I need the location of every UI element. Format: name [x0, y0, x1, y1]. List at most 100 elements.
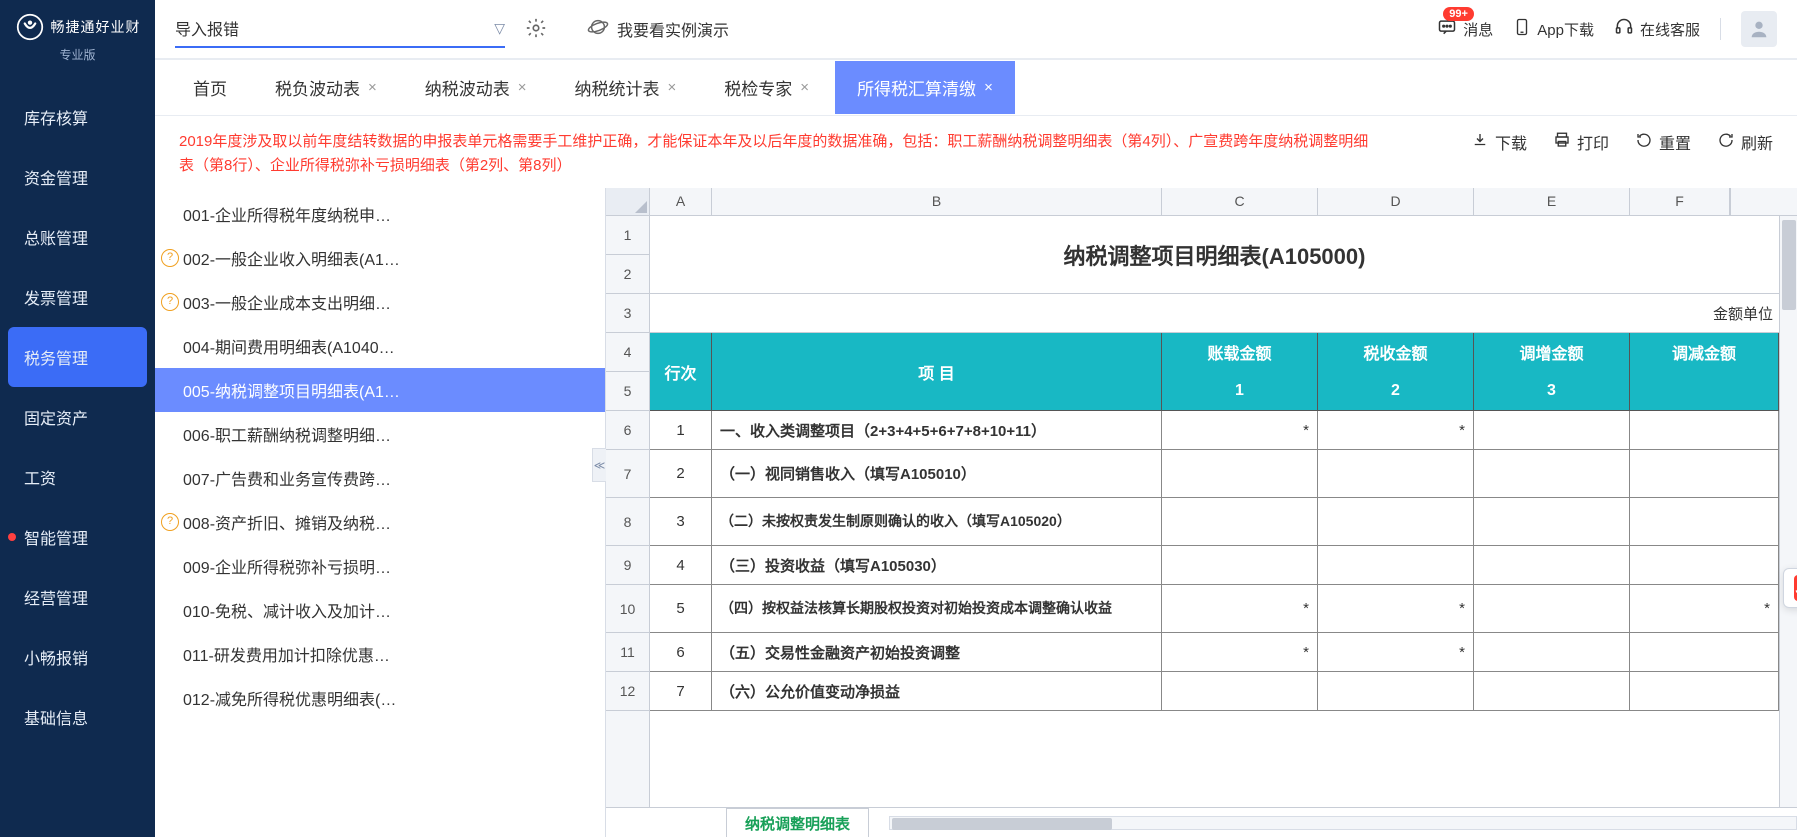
sheet-list-item[interactable]: 012-减免所得税优惠明细表(… — [155, 676, 605, 720]
row-number[interactable]: 3 — [606, 294, 649, 333]
cell[interactable] — [1474, 498, 1630, 545]
cell[interactable]: 2 — [650, 450, 712, 497]
sheet-list-item[interactable]: 004-期间费用明细表(A1040… — [155, 324, 605, 368]
cell[interactable] — [1630, 672, 1779, 710]
collapse-handle[interactable]: ≪ — [592, 448, 606, 482]
col-header[interactable]: B — [712, 188, 1162, 215]
cell[interactable]: * — [1318, 585, 1474, 632]
messages-link[interactable]: 99+ 消息 — [1437, 17, 1493, 41]
tab[interactable]: 税负波动表× — [253, 61, 399, 114]
cell[interactable]: 7 — [650, 672, 712, 710]
row-number[interactable]: 7 — [606, 450, 649, 498]
sidebar-item[interactable]: 工资 — [0, 447, 155, 507]
cell[interactable]: 3 — [650, 498, 712, 545]
app-download-link[interactable]: App下载 — [1513, 17, 1594, 41]
sheet-list-item[interactable]: 003-一般企业成本支出明细… — [155, 280, 605, 324]
cell[interactable]: * — [1318, 411, 1474, 449]
avatar[interactable] — [1741, 11, 1777, 47]
sheet-list-item[interactable]: 009-企业所得税弥补亏损明… — [155, 544, 605, 588]
download-button[interactable]: 下载 — [1471, 130, 1527, 154]
row-number[interactable]: 2 — [606, 255, 649, 294]
cell[interactable] — [1474, 672, 1630, 710]
cell[interactable]: （一）视同销售收入（填写A105010） — [712, 450, 1162, 497]
cell[interactable]: （五）交易性金融资产初始投资调整 — [712, 633, 1162, 671]
cell[interactable]: * — [1630, 585, 1779, 632]
cell[interactable]: （三）投资收益（填写A105030） — [712, 546, 1162, 584]
row-number[interactable]: 5 — [606, 372, 649, 411]
row-number[interactable]: 11 — [606, 633, 649, 672]
service-link[interactable]: 在线客服 — [1614, 17, 1700, 41]
sidebar-item[interactable]: 小畅报销 — [0, 627, 155, 687]
chevron-down-icon[interactable]: ▽ — [494, 20, 505, 37]
row-number[interactable]: 4 — [606, 333, 649, 372]
row-number[interactable]: 6 — [606, 411, 649, 450]
horizontal-scrollbar[interactable] — [889, 816, 1797, 830]
col-header[interactable]: C — [1162, 188, 1318, 215]
scrollbar-thumb[interactable] — [1782, 220, 1796, 310]
cell[interactable] — [1630, 411, 1779, 449]
cell[interactable]: * — [1162, 633, 1318, 671]
tab[interactable]: 税检专家× — [702, 61, 831, 114]
cell[interactable] — [1474, 546, 1630, 584]
cell[interactable]: 5 — [650, 585, 712, 632]
cell[interactable] — [1318, 450, 1474, 497]
cell[interactable]: 6 — [650, 633, 712, 671]
close-icon[interactable]: × — [368, 79, 377, 96]
col-header[interactable]: F — [1630, 188, 1730, 215]
row-number[interactable]: 8 — [606, 498, 649, 546]
scrollbar-thumb[interactable] — [892, 818, 1112, 830]
sidebar-item[interactable]: 税务管理 — [8, 327, 147, 387]
cell[interactable]: （四）按权益法核算长期股权投资对初始投资成本调整确认收益 — [712, 585, 1162, 632]
sheet-list-item[interactable]: 011-研发费用加计扣除优惠… — [155, 632, 605, 676]
sheet-list-item[interactable]: 001-企业所得税年度纳税申… — [155, 192, 605, 236]
close-icon[interactable]: × — [518, 79, 527, 96]
refresh-button[interactable]: 刷新 — [1717, 130, 1773, 154]
cell[interactable] — [1162, 498, 1318, 545]
demo-link[interactable]: 我要看实例演示 — [587, 16, 729, 43]
cell[interactable] — [1318, 498, 1474, 545]
cell[interactable]: * — [1162, 411, 1318, 449]
row-number[interactable]: 9 — [606, 546, 649, 585]
sidebar-item[interactable]: 智能管理 — [0, 507, 155, 567]
tab[interactable]: 首页 — [171, 61, 249, 114]
sheet-list-item[interactable]: 002-一般企业收入明细表(A1… — [155, 236, 605, 280]
cell[interactable]: 4 — [650, 546, 712, 584]
vertical-scrollbar[interactable] — [1779, 216, 1797, 807]
sidebar-item[interactable]: 发票管理 — [0, 267, 155, 327]
sheet-list-item[interactable]: 006-职工薪酬纳税调整明细… — [155, 412, 605, 456]
col-header[interactable]: E — [1474, 188, 1630, 215]
ime-toolbar[interactable]: S 中 •， 😊 🎤 ⌨ — [1783, 568, 1797, 608]
col-header[interactable]: A — [650, 188, 712, 215]
sidebar-item[interactable]: 总账管理 — [0, 207, 155, 267]
close-icon[interactable]: × — [668, 79, 677, 96]
cell[interactable] — [1162, 546, 1318, 584]
select-all-corner[interactable] — [606, 188, 650, 215]
sheet-list-item[interactable]: 010-免税、减计收入及加计… — [155, 588, 605, 632]
cell[interactable] — [1630, 633, 1779, 671]
close-icon[interactable]: × — [800, 79, 809, 96]
tab[interactable]: 所得税汇算清缴× — [835, 61, 1015, 114]
cell[interactable]: * — [1162, 585, 1318, 632]
cell[interactable]: 一、收入类调整项目（2+3+4+5+6+7+8+10+11） — [712, 411, 1162, 449]
cell[interactable] — [1630, 498, 1779, 545]
reset-button[interactable]: 重置 — [1635, 130, 1691, 154]
row-number[interactable]: 10 — [606, 585, 649, 633]
cell[interactable] — [1162, 450, 1318, 497]
cell[interactable] — [1318, 672, 1474, 710]
sidebar-item[interactable]: 经营管理 — [0, 567, 155, 627]
search-input[interactable]: 导入报错 ▽ — [175, 10, 505, 48]
cell[interactable] — [1630, 450, 1779, 497]
cell[interactable] — [1162, 672, 1318, 710]
close-icon[interactable]: × — [984, 79, 993, 96]
sheet-tab[interactable]: 纳税调整明细表 — [726, 808, 869, 837]
cell[interactable] — [1630, 546, 1779, 584]
sidebar-item[interactable]: 库存核算 — [0, 87, 155, 147]
cell[interactable] — [1474, 633, 1630, 671]
sidebar-item[interactable]: 基础信息 — [0, 687, 155, 747]
row-number[interactable]: 12 — [606, 672, 649, 711]
cell[interactable]: （六）公允价值变动净损益 — [712, 672, 1162, 710]
cell[interactable]: （二）未按权责发生制原则确认的收入（填写A105020） — [712, 498, 1162, 545]
sheet-list-item[interactable]: 008-资产折旧、摊销及纳税… — [155, 500, 605, 544]
sidebar-item[interactable]: 资金管理 — [0, 147, 155, 207]
sheet-list-item[interactable]: 005-纳税调整项目明细表(A1… — [155, 368, 605, 412]
